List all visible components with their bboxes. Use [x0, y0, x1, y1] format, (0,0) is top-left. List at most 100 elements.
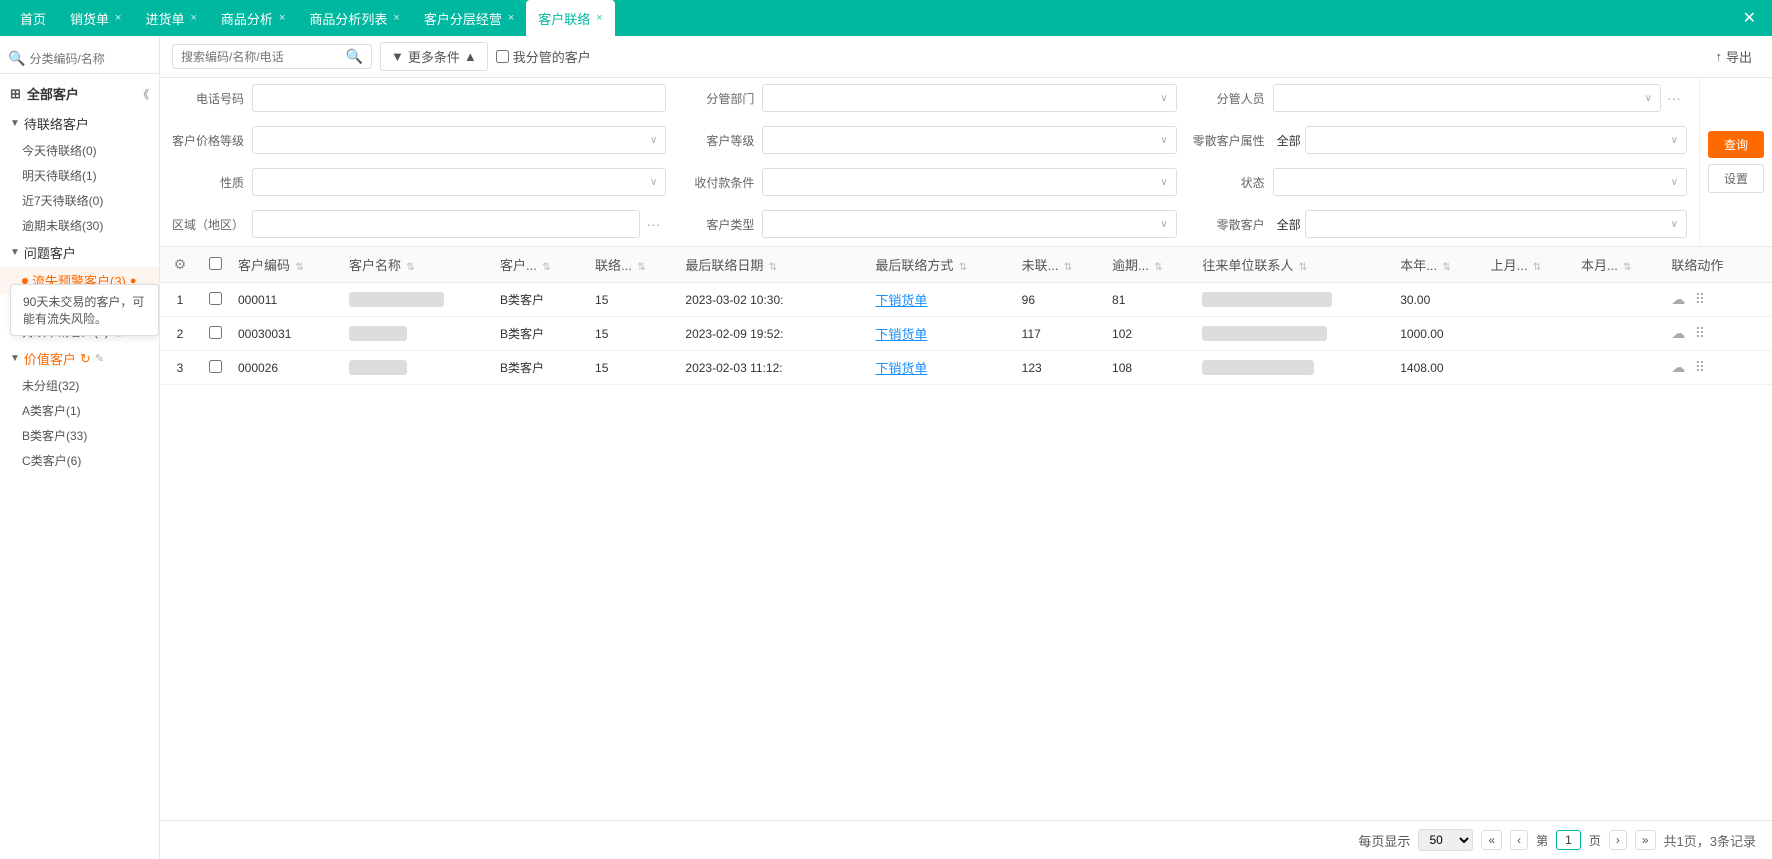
close-product-list-icon[interactable]: × — [393, 12, 399, 24]
nav-purchase[interactable]: 进货单 × — [133, 0, 208, 36]
select-all-checkbox[interactable] — [209, 257, 222, 270]
sort-code-icon[interactable]: ⇅ — [295, 262, 303, 273]
region-ellipsis[interactable]: ··· — [640, 216, 666, 232]
sort-way-icon[interactable]: ⇅ — [959, 262, 967, 273]
cell-this-month — [1573, 317, 1663, 351]
more-icon[interactable]: ⠿ — [1695, 359, 1705, 375]
last-way-link[interactable]: 下销货单 — [875, 327, 927, 342]
sidebar-group-pending[interactable]: ▼ 待联络客户 — [0, 109, 159, 138]
sort-contacts-icon[interactable]: ⇅ — [1299, 262, 1307, 273]
price-level-select[interactable]: ∨ — [252, 126, 666, 154]
row-checkbox[interactable] — [209, 292, 222, 305]
blurred-contact: █y ███3... — [1202, 326, 1327, 341]
row-checkbox[interactable] — [209, 326, 222, 339]
my-customers-checkbox[interactable]: 我分管的客户 — [496, 47, 591, 66]
th-year-amount: 本年... ⇅ — [1392, 247, 1482, 283]
sort-month-icon[interactable]: ⇅ — [1623, 262, 1631, 273]
last-way-link[interactable]: 下销货单 — [875, 361, 927, 376]
edit-icon[interactable]: ✎ — [95, 352, 104, 365]
sort-contact-icon[interactable]: ⇅ — [637, 262, 645, 273]
refresh-icon[interactable]: ↻ — [80, 351, 91, 367]
more-icon[interactable]: ⠿ — [1695, 325, 1705, 341]
sidebar-item-tomorrow[interactable]: 明天待联络(1) — [0, 163, 159, 188]
phone-input[interactable] — [252, 84, 666, 112]
cell-name: ██ — [341, 351, 492, 385]
sidebar-item-overdue[interactable]: 逾期未联络(30) — [0, 213, 159, 238]
nature-select[interactable]: ∨ — [252, 168, 666, 196]
row-checkbox[interactable] — [209, 360, 222, 373]
more-icon[interactable]: ⠿ — [1695, 291, 1705, 307]
dept-select[interactable]: ∨ — [762, 84, 1176, 112]
sidebar-all-customers[interactable]: ⊞ 全部客户 《 — [0, 78, 159, 109]
nav-home[interactable]: 首页 — [8, 9, 58, 28]
customer-level-select[interactable]: ∨ — [762, 126, 1176, 154]
status-select[interactable]: ∨ — [1273, 168, 1687, 196]
close-purchase-icon[interactable]: × — [190, 12, 196, 24]
region-select[interactable] — [252, 210, 640, 238]
first-page-button[interactable]: « — [1481, 830, 1502, 850]
sidebar-item-week[interactable]: 近7天待联络(0) — [0, 188, 159, 213]
sidebar-item-class-a[interactable]: A类客户(1) — [0, 398, 159, 423]
nav-salesperson[interactable]: 销货单 × — [58, 0, 133, 36]
nav-product-list[interactable]: 商品分析列表 × — [297, 0, 411, 36]
filter-region: 区域（地区） ··· — [172, 210, 666, 238]
nav-customer-tier[interactable]: 客户分层经营 × — [412, 0, 526, 36]
sidebar-item-class-b[interactable]: B类客户(33) — [0, 423, 159, 448]
cell-last-date: 2023-02-09 19:52: — [677, 317, 867, 351]
nav-customer-contact[interactable]: 客户联络 × — [526, 0, 614, 36]
sort-date-icon[interactable]: ⇅ — [769, 262, 777, 273]
per-page-label: 每页显示 — [1358, 831, 1410, 850]
chat-icon[interactable]: ☁ — [1671, 291, 1685, 307]
close-customer-tier-icon[interactable]: × — [508, 12, 514, 24]
prev-page-button[interactable]: ‹ — [1510, 830, 1528, 850]
sidebar-item-today[interactable]: 今天待联络(0) — [0, 138, 159, 163]
retail-select[interactable]: ∨ — [1305, 210, 1687, 238]
sort-lastmonth-icon[interactable]: ⇅ — [1533, 262, 1541, 273]
gear-icon[interactable]: ⚙ — [174, 256, 187, 272]
search-input[interactable] — [181, 50, 346, 64]
last-way-link[interactable]: 下销货单 — [875, 293, 927, 308]
toolbar-search-box: 🔍 — [172, 44, 372, 69]
sort-overdue-icon[interactable]: ⇅ — [1154, 262, 1162, 273]
customer-type-select[interactable]: ∨ — [762, 210, 1176, 238]
next-page-button[interactable]: › — [1609, 830, 1627, 850]
cell-last-date: 2023-02-03 11:12: — [677, 351, 867, 385]
churn-tooltip: 90天未交易的客户，可能有流失风险。 — [10, 284, 159, 336]
sort-type-icon[interactable]: ⇅ — [542, 262, 550, 273]
person-ellipsis[interactable]: ··· — [1661, 90, 1687, 106]
pagination-footer: 每页显示 50 100 200 « ‹ 第 1 页 › » 共1页，3条记录 — [160, 820, 1772, 859]
more-conditions-button[interactable]: ▼ 更多条件 ▲ — [380, 42, 488, 71]
sidebar-group-value[interactable]: ▼ 价值客户 ↻ ✎ — [0, 344, 159, 373]
nav-product-analysis[interactable]: 商品分析 × — [209, 0, 297, 36]
sort-name-icon[interactable]: ⇅ — [406, 262, 414, 273]
price-level-chevron-icon: ∨ — [650, 135, 657, 146]
th-unit-contacts: 往来单位联系人 ⇅ — [1194, 247, 1392, 283]
close-customer-contact-icon[interactable]: × — [596, 12, 602, 24]
cell-check — [200, 317, 230, 351]
sidebar-search-input[interactable] — [29, 52, 160, 66]
my-customers-check[interactable] — [496, 50, 509, 63]
sort-year-icon[interactable]: ⇅ — [1442, 262, 1450, 273]
payment-select[interactable]: ∨ — [762, 168, 1176, 196]
cell-uncontact: 123 — [1014, 351, 1104, 385]
cell-code: 000011 — [230, 283, 341, 317]
search-icon[interactable]: 🔍 — [346, 48, 363, 65]
sidebar-item-class-c[interactable]: C类客户(6) — [0, 448, 159, 473]
last-page-button[interactable]: » — [1635, 830, 1656, 850]
retail-attr-select[interactable]: ∨ — [1305, 126, 1687, 154]
export-button[interactable]: ↑ 导出 — [1707, 43, 1760, 70]
chat-icon[interactable]: ☁ — [1671, 359, 1685, 375]
customer-type-chevron-icon: ∨ — [1160, 219, 1167, 230]
sidebar-item-ungrouped[interactable]: 未分组(32) — [0, 373, 159, 398]
sort-uncontact-icon[interactable]: ⇅ — [1064, 262, 1072, 273]
settings-button[interactable]: 设置 — [1708, 164, 1764, 193]
per-page-select[interactable]: 50 100 200 — [1418, 829, 1473, 851]
close-all-icon[interactable]: ✕ — [1735, 8, 1764, 28]
blurred-contact: ██ ██... — [1202, 360, 1313, 375]
close-product-analysis-icon[interactable]: × — [279, 12, 285, 24]
person-select[interactable]: ∨ — [1273, 84, 1661, 112]
sidebar-group-problem[interactable]: ▼ 问题客户 — [0, 238, 159, 267]
close-salesperson-icon[interactable]: × — [115, 12, 121, 24]
query-button[interactable]: 查询 — [1708, 131, 1764, 158]
chat-icon[interactable]: ☁ — [1671, 325, 1685, 341]
